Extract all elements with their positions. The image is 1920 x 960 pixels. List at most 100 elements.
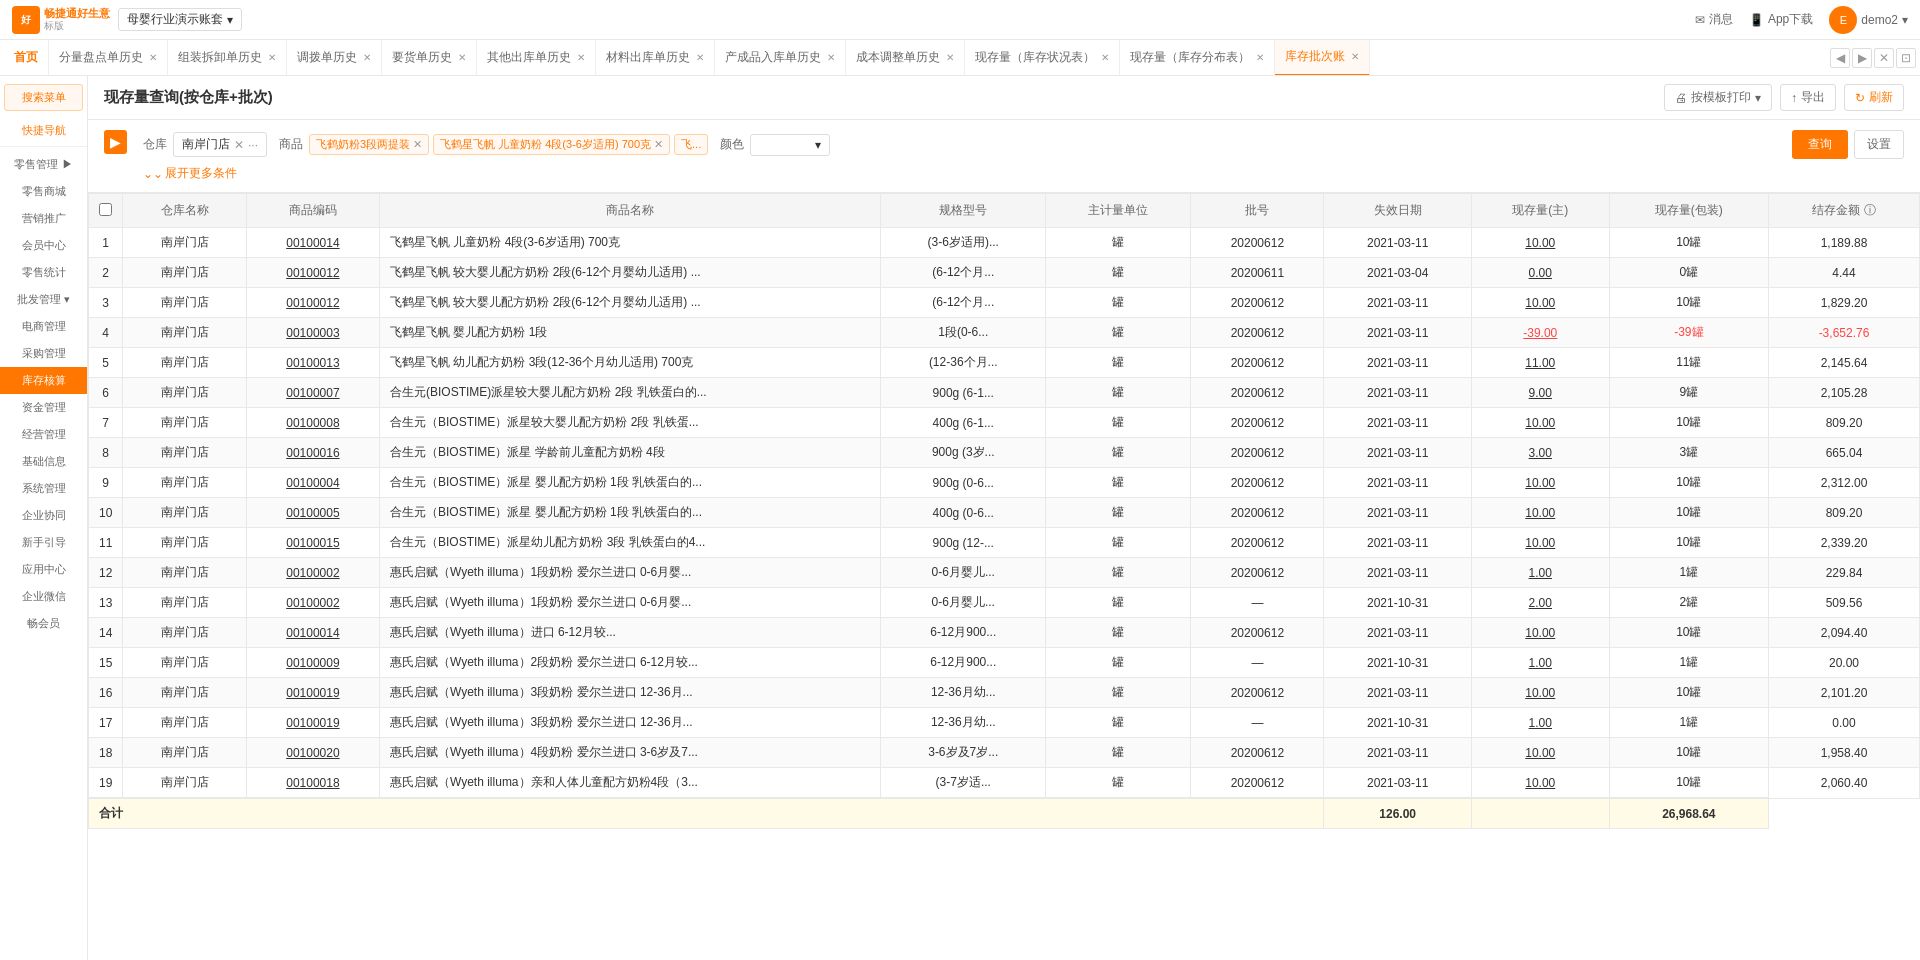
query-button[interactable]: 查询 <box>1792 130 1848 159</box>
sidebar-item-wechat[interactable]: 企业微信 <box>0 583 87 610</box>
warehouse-input[interactable]: 南岸门店 ✕ ··· <box>173 132 267 157</box>
tab-close-icon[interactable]: ✕ <box>577 52 585 63</box>
tab-4[interactable]: 要货单历史 ✕ <box>382 40 477 76</box>
sidebar-item-retail-mall[interactable]: 零售商城 <box>0 178 87 205</box>
tab-close-icon[interactable]: ✕ <box>268 52 276 63</box>
color-input[interactable]: ▾ <box>750 134 830 156</box>
settings-button[interactable]: 设置 <box>1854 130 1904 159</box>
nav-prev-button[interactable]: ◀ <box>1830 48 1850 68</box>
sidebar-item-system[interactable]: 系统管理 <box>0 475 87 502</box>
more-icon[interactable]: ··· <box>248 138 258 152</box>
sidebar-item-operations[interactable]: 经营管理 <box>0 421 87 448</box>
sidebar-item-purchase[interactable]: 采购管理 <box>0 340 87 367</box>
quick-nav-button[interactable]: 快捷导航 <box>0 119 87 142</box>
chevron-down-icon: ▾ <box>1755 91 1761 105</box>
sidebar-item-retail-stats[interactable]: 零售统计 <box>0 259 87 286</box>
tab-close-icon[interactable]: ✕ <box>149 52 157 63</box>
row-qty-main[interactable]: 1.00 <box>1471 708 1609 738</box>
tab-home[interactable]: 首页 <box>4 40 49 76</box>
app-download-button[interactable]: 📱 App下载 <box>1749 11 1813 28</box>
print-button[interactable]: 🖨 按模板打印 ▾ <box>1664 84 1772 111</box>
tab-5[interactable]: 其他出库单历史 ✕ <box>477 40 596 76</box>
row-qty-main[interactable]: 10.00 <box>1471 228 1609 258</box>
user-menu[interactable]: E demo2 ▾ <box>1829 6 1908 34</box>
row-qty-main[interactable]: 9.00 <box>1471 378 1609 408</box>
tab-7[interactable]: 产成品入库单历史 ✕ <box>715 40 846 76</box>
row-qty-pkg: 10罐 <box>1609 618 1768 648</box>
sidebar-item-app-center[interactable]: 应用中心 <box>0 556 87 583</box>
product-tag-0[interactable]: 飞鹤奶粉3段两提装 ✕ <box>309 134 429 155</box>
sidebar-item-newbie[interactable]: 新手引导 <box>0 529 87 556</box>
row-qty-main[interactable]: 3.00 <box>1471 438 1609 468</box>
nav-next-button[interactable]: ▶ <box>1852 48 1872 68</box>
tab-close-icon[interactable]: ✕ <box>1256 52 1264 63</box>
row-qty-main[interactable]: 10.00 <box>1471 678 1609 708</box>
sidebar-item-wholesale[interactable]: 批发管理 ▾ <box>0 286 87 313</box>
row-unit: 罐 <box>1046 768 1191 799</box>
tab-close-icon[interactable]: ✕ <box>1351 51 1359 62</box>
tab-3[interactable]: 调拨单历史 ✕ <box>287 40 382 76</box>
tab-10[interactable]: 现存量（库存分布表） ✕ <box>1120 40 1275 76</box>
row-qty-main[interactable]: 10.00 <box>1471 288 1609 318</box>
row-qty-main[interactable]: 11.00 <box>1471 348 1609 378</box>
page-title: 现存量查询(按仓库+批次) <box>104 88 273 107</box>
row-qty-main[interactable]: 1.00 <box>1471 558 1609 588</box>
tab-close-icon[interactable]: ✕ <box>696 52 704 63</box>
sidebar-item-finance[interactable]: 资金管理 <box>0 394 87 421</box>
row-warehouse: 南岸门店 <box>123 408 246 438</box>
tab-1[interactable]: 分量盘点单历史 ✕ <box>49 40 168 76</box>
row-no: 8 <box>89 438 123 468</box>
sidebar-item-ecommerce[interactable]: 电商管理 <box>0 313 87 340</box>
message-button[interactable]: ✉ 消息 <box>1695 11 1733 28</box>
sidebar-item-marketing[interactable]: 营销推广 <box>0 205 87 232</box>
nav-close-button[interactable]: ✕ <box>1874 48 1894 68</box>
th-checkbox[interactable] <box>89 194 123 228</box>
tab-close-icon[interactable]: ✕ <box>1101 52 1109 63</box>
row-qty-main[interactable]: 0.00 <box>1471 258 1609 288</box>
sidebar-item-retail-mgmt[interactable]: 零售管理 ▶ <box>0 151 87 178</box>
row-qty-main[interactable]: 10.00 <box>1471 468 1609 498</box>
row-qty-main[interactable]: 1.00 <box>1471 648 1609 678</box>
search-menu-button[interactable]: 搜索菜单 <box>4 84 83 111</box>
row-code: 00100019 <box>246 708 379 738</box>
tab-8[interactable]: 成本调整单历史 ✕ <box>846 40 965 76</box>
sidebar-item-basic-info[interactable]: 基础信息 <box>0 448 87 475</box>
row-name: 飞鹤星飞帆 较大婴儿配方奶粉 2段(6-12个月婴幼儿适用) ... <box>379 288 880 318</box>
product-tag-1[interactable]: 飞鹤星飞帆 儿童奶粉 4段(3-6岁适用) 700克 ✕ <box>433 134 670 155</box>
expand-conditions-button[interactable]: ⌄⌄ 展开更多条件 <box>143 165 1904 182</box>
tab-close-icon[interactable]: ✕ <box>946 52 954 63</box>
export-button[interactable]: ↑ 导出 <box>1780 84 1836 111</box>
product-tag-2[interactable]: 飞... <box>674 134 708 155</box>
row-qty-main[interactable]: -39.00 <box>1471 318 1609 348</box>
tab-close-icon[interactable]: ✕ <box>827 52 835 63</box>
select-all-checkbox[interactable] <box>99 203 112 216</box>
row-qty-main[interactable]: 10.00 <box>1471 498 1609 528</box>
row-name: 合生元（BIOSTIME）派星幼儿配方奶粉 3段 乳铁蛋白的4... <box>379 528 880 558</box>
tab-close-icon[interactable]: ✕ <box>363 52 371 63</box>
refresh-button[interactable]: ↻ 刷新 <box>1844 84 1904 111</box>
tab-close-icon[interactable]: ✕ <box>458 52 466 63</box>
org-selector[interactable]: 母婴行业演示账套 ▾ <box>118 8 242 31</box>
tab-6[interactable]: 材料出库单历史 ✕ <box>596 40 715 76</box>
row-qty-main[interactable]: 10.00 <box>1471 738 1609 768</box>
row-no: 1 <box>89 228 123 258</box>
expand-button[interactable]: ▶ <box>104 130 127 154</box>
row-code: 00100015 <box>246 528 379 558</box>
row-qty-main[interactable]: 10.00 <box>1471 618 1609 648</box>
close-icon[interactable]: ✕ <box>234 138 244 152</box>
nav-menu-button[interactable]: ⊡ <box>1896 48 1916 68</box>
tab-9[interactable]: 现存量（库存状况表） ✕ <box>965 40 1120 76</box>
row-qty-main[interactable]: 2.00 <box>1471 588 1609 618</box>
row-qty-main[interactable]: 10.00 <box>1471 408 1609 438</box>
sidebar-item-vip[interactable]: 畅会员 <box>0 610 87 637</box>
remove-tag-icon[interactable]: ✕ <box>413 138 422 151</box>
sidebar-item-inventory[interactable]: 库存核算 <box>0 367 88 394</box>
remove-tag-icon[interactable]: ✕ <box>654 138 663 151</box>
tab-11[interactable]: 库存批次账 ✕ <box>1275 40 1370 76</box>
sidebar-item-member[interactable]: 会员中心 <box>0 232 87 259</box>
sidebar-item-collab[interactable]: 企业协同 <box>0 502 87 529</box>
row-qty-main[interactable]: 10.00 <box>1471 528 1609 558</box>
tab-2[interactable]: 组装拆卸单历史 ✕ <box>168 40 287 76</box>
row-batch: 20200612 <box>1191 438 1324 468</box>
row-qty-main[interactable]: 10.00 <box>1471 768 1609 799</box>
